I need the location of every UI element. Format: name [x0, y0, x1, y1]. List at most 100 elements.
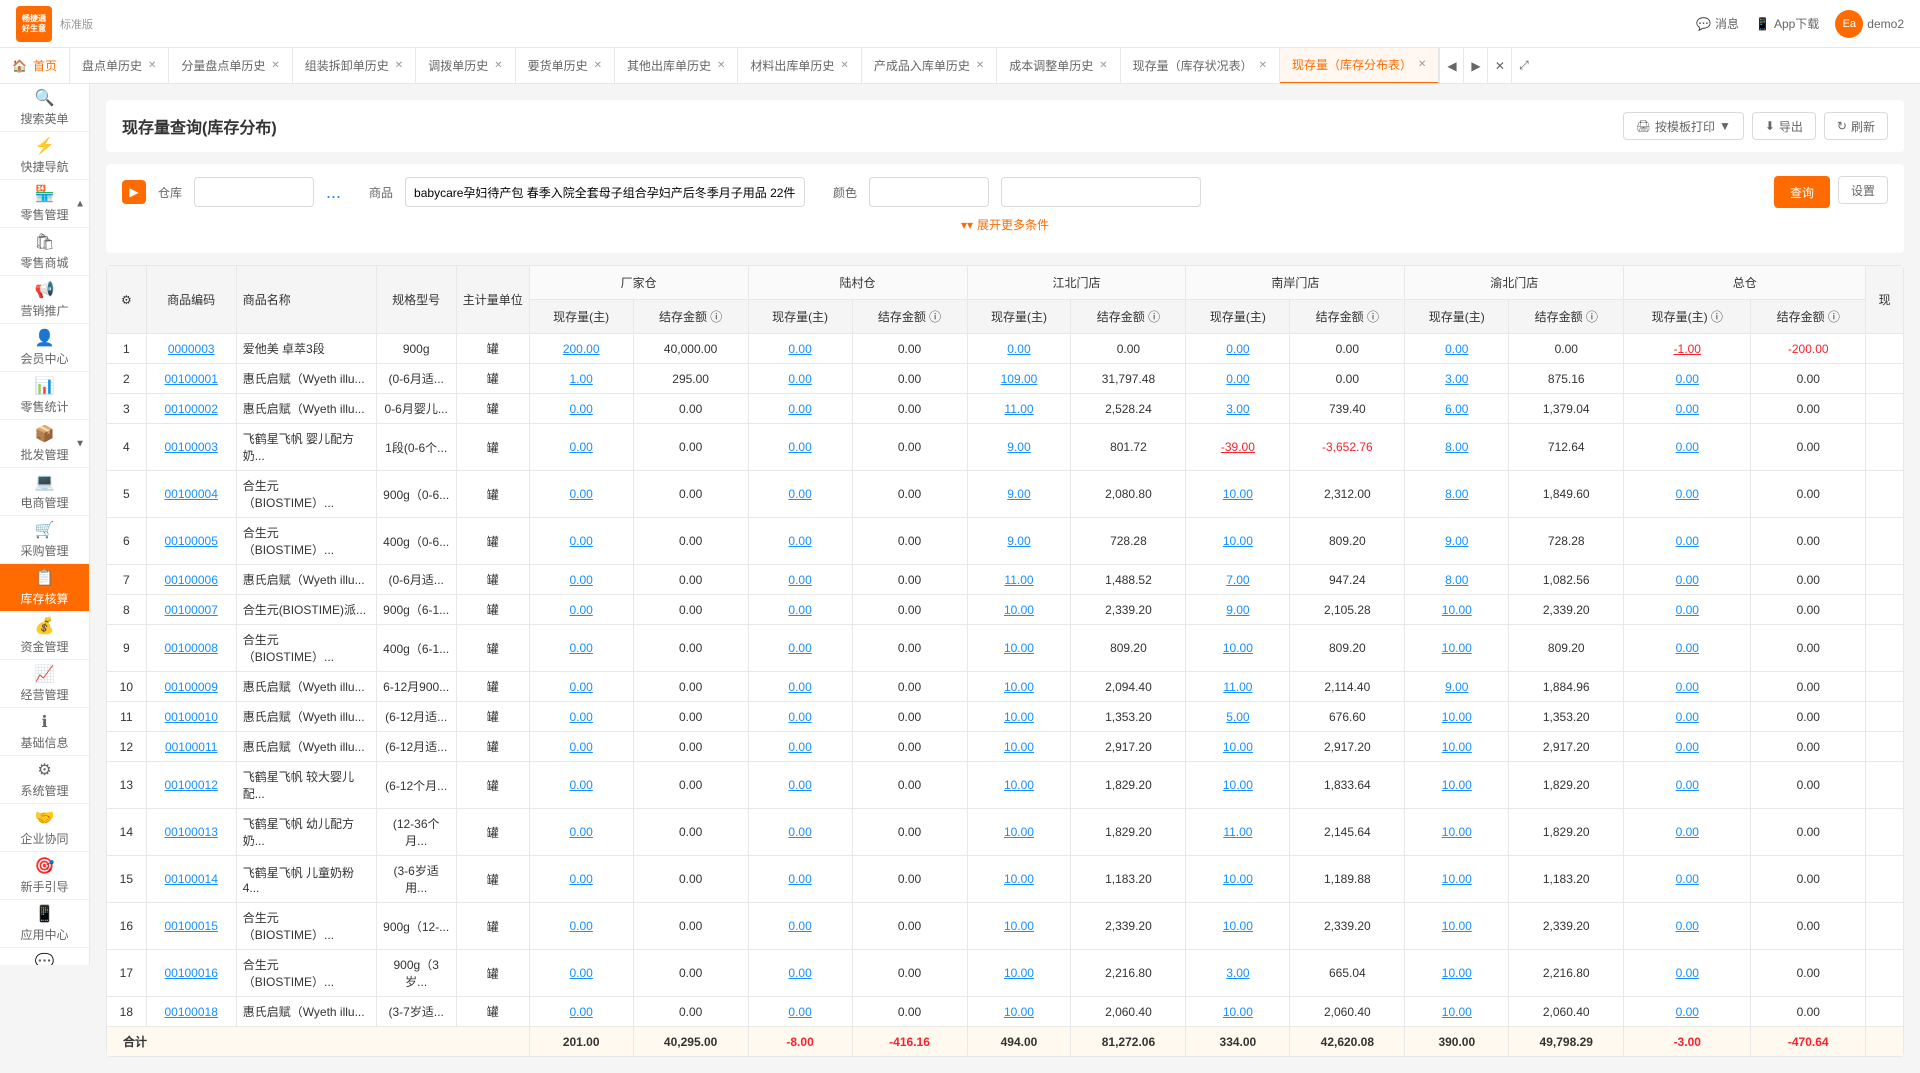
warehouse-input[interactable]	[194, 177, 314, 207]
cell-factory-stock[interactable]: 0.00	[529, 595, 633, 625]
cell-factory-stock[interactable]: 0.00	[529, 762, 633, 809]
filter-collapse-btn[interactable]: ▶	[122, 180, 146, 204]
cell-yuebei-stock[interactable]: 8.00	[1405, 424, 1509, 471]
cell-luchen-stock[interactable]: 0.00	[748, 565, 852, 595]
cell-jiangbei-stock[interactable]: 109.00	[967, 364, 1071, 394]
cell-nanan-stock[interactable]: 11.00	[1186, 672, 1290, 702]
cell-luchen-stock[interactable]: 0.00	[748, 997, 852, 1027]
cell-jiangbei-stock[interactable]: 9.00	[967, 424, 1071, 471]
cell-factory-stock[interactable]: 0.00	[529, 856, 633, 903]
sidebar-item-purchase[interactable]: 🛒 采购管理	[0, 516, 89, 564]
cell-nanan-stock[interactable]: 10.00	[1186, 732, 1290, 762]
sidebar-item-basic-info[interactable]: ℹ 基础信息	[0, 708, 89, 756]
sidebar-item-apps[interactable]: 📱 应用中心	[0, 900, 89, 948]
tab-stock-distribution[interactable]: 现存量（库存分布表） ✕	[1280, 48, 1439, 84]
cell-total-stock[interactable]: 0.00	[1624, 394, 1751, 424]
cell-jiangbei-stock[interactable]: 10.00	[967, 997, 1071, 1027]
cell-total-stock[interactable]: 0.00	[1624, 364, 1751, 394]
cell-luchen-stock[interactable]: 0.00	[748, 471, 852, 518]
cell-luchen-stock[interactable]: 0.00	[748, 394, 852, 424]
cell-total-stock[interactable]: 0.00	[1624, 702, 1751, 732]
cell-jiangbei-stock[interactable]: 10.00	[967, 809, 1071, 856]
cell-luchen-stock[interactable]: 0.00	[748, 856, 852, 903]
cell-yuebei-stock[interactable]: 8.00	[1405, 565, 1509, 595]
cell-nanan-stock[interactable]: 3.00	[1186, 950, 1290, 997]
sidebar-item-wechat[interactable]: 💬 企业微信	[0, 948, 89, 965]
tab-close-icon[interactable]: ✕	[148, 60, 156, 71]
tab-close-icon[interactable]: ✕	[1418, 59, 1426, 70]
cell-jiangbei-stock[interactable]: 11.00	[967, 565, 1071, 595]
cell-factory-stock[interactable]: 200.00	[529, 334, 633, 364]
cell-luchen-stock[interactable]: 0.00	[748, 518, 852, 565]
sidebar-item-mall[interactable]: 🛍 零售商城	[0, 228, 89, 276]
refresh-btn[interactable]: ↻ 刷新	[1824, 112, 1888, 140]
cell-yuebei-stock[interactable]: 3.00	[1405, 364, 1509, 394]
cell-jiangbei-stock[interactable]: 9.00	[967, 471, 1071, 518]
cell-nanan-stock[interactable]: 10.00	[1186, 997, 1290, 1027]
cell-yuebei-stock[interactable]: 8.00	[1405, 471, 1509, 518]
cell-jiangbei-stock[interactable]: 10.00	[967, 950, 1071, 997]
cell-factory-stock[interactable]: 0.00	[529, 394, 633, 424]
cell-factory-stock[interactable]: 0.00	[529, 903, 633, 950]
cell-factory-stock[interactable]: 0.00	[529, 565, 633, 595]
cell-total-stock[interactable]: 0.00	[1624, 903, 1751, 950]
cell-code[interactable]: 00100016	[146, 950, 236, 997]
sidebar-item-nav[interactable]: ⚡ 快捷导航	[0, 132, 89, 180]
cell-code[interactable]: 00100011	[146, 732, 236, 762]
cell-yuebei-stock[interactable]: 10.00	[1405, 702, 1509, 732]
tab-close-icon[interactable]: ✕	[717, 60, 725, 71]
cell-nanan-stock[interactable]: 7.00	[1186, 565, 1290, 595]
expand-conditions-btn[interactable]: ▾▾ 展开更多条件	[961, 216, 1049, 233]
warehouse-ellipsis[interactable]: ...	[326, 182, 341, 203]
sidebar-item-wholesale[interactable]: 📦 批发管理 ▼	[0, 420, 89, 468]
cell-code[interactable]: 00100010	[146, 702, 236, 732]
cell-code[interactable]: 00100006	[146, 565, 236, 595]
cell-code[interactable]: 00100018	[146, 997, 236, 1027]
cell-factory-stock[interactable]: 0.00	[529, 702, 633, 732]
cell-luchen-stock[interactable]: 0.00	[748, 595, 852, 625]
cell-nanan-stock[interactable]: 5.00	[1186, 702, 1290, 732]
cell-jiangbei-stock[interactable]: 10.00	[967, 702, 1071, 732]
cell-nanan-stock[interactable]: 9.00	[1186, 595, 1290, 625]
cell-total-stock[interactable]: 0.00	[1624, 950, 1751, 997]
cell-total-stock[interactable]: 0.00	[1624, 424, 1751, 471]
cell-luchen-stock[interactable]: 0.00	[748, 672, 852, 702]
cell-code[interactable]: 00100004	[146, 471, 236, 518]
cell-yuebei-stock[interactable]: 0.00	[1405, 334, 1509, 364]
print-btn[interactable]: 🖨 按模板打印 ▼	[1623, 112, 1744, 140]
cell-luchen-stock[interactable]: 0.00	[748, 950, 852, 997]
sidebar-item-collab[interactable]: 🤝 企业协同	[0, 804, 89, 852]
tab-stock-status[interactable]: 现存量（库存状况表） ✕	[1121, 48, 1280, 84]
cell-factory-stock[interactable]: 0.00	[529, 424, 633, 471]
cell-nanan-stock[interactable]: 11.00	[1186, 809, 1290, 856]
tab-close-icon[interactable]: ✕	[1259, 60, 1267, 71]
cell-total-stock[interactable]: 0.00	[1624, 809, 1751, 856]
tab-product-in[interactable]: 产成品入库单历史 ✕	[862, 48, 997, 84]
sidebar-item-ecommerce[interactable]: 💻 电商管理	[0, 468, 89, 516]
cell-code[interactable]: 00100012	[146, 762, 236, 809]
cell-factory-stock[interactable]: 1.00	[529, 364, 633, 394]
tab-close-icon[interactable]: ✕	[271, 60, 279, 71]
cell-yuebei-stock[interactable]: 9.00	[1405, 672, 1509, 702]
tab-close-all[interactable]: ✕	[1487, 48, 1511, 84]
tab-close-icon[interactable]: ✕	[594, 60, 602, 71]
cell-total-stock[interactable]: 0.00	[1624, 471, 1751, 518]
sidebar-item-finance[interactable]: 💰 资金管理	[0, 612, 89, 660]
tab-close-icon[interactable]: ✕	[840, 60, 848, 71]
cell-code[interactable]: 00100005	[146, 518, 236, 565]
cell-total-stock[interactable]: 0.00	[1624, 856, 1751, 903]
tab-assembly[interactable]: 组装拆卸单历史 ✕	[293, 48, 416, 84]
tab-cost-adjust[interactable]: 成本调整单历史 ✕	[997, 48, 1120, 84]
tab-partial-check[interactable]: 分量盘点单历史 ✕	[169, 48, 292, 84]
tab-inventory-check[interactable]: 盘点单历史 ✕	[70, 48, 169, 84]
cell-nanan-stock[interactable]: 10.00	[1186, 856, 1290, 903]
cell-yuebei-stock[interactable]: 6.00	[1405, 394, 1509, 424]
cell-code[interactable]: 00100013	[146, 809, 236, 856]
cell-total-stock[interactable]: 0.00	[1624, 997, 1751, 1027]
cell-total-stock[interactable]: -1.00	[1624, 334, 1751, 364]
cell-total-stock[interactable]: 0.00	[1624, 672, 1751, 702]
export-btn[interactable]: ⬇ 导出	[1752, 112, 1816, 140]
tab-close-icon[interactable]: ✕	[1099, 60, 1107, 71]
tab-material-out[interactable]: 材料出库单历史 ✕	[738, 48, 861, 84]
cell-luchen-stock[interactable]: 0.00	[748, 364, 852, 394]
